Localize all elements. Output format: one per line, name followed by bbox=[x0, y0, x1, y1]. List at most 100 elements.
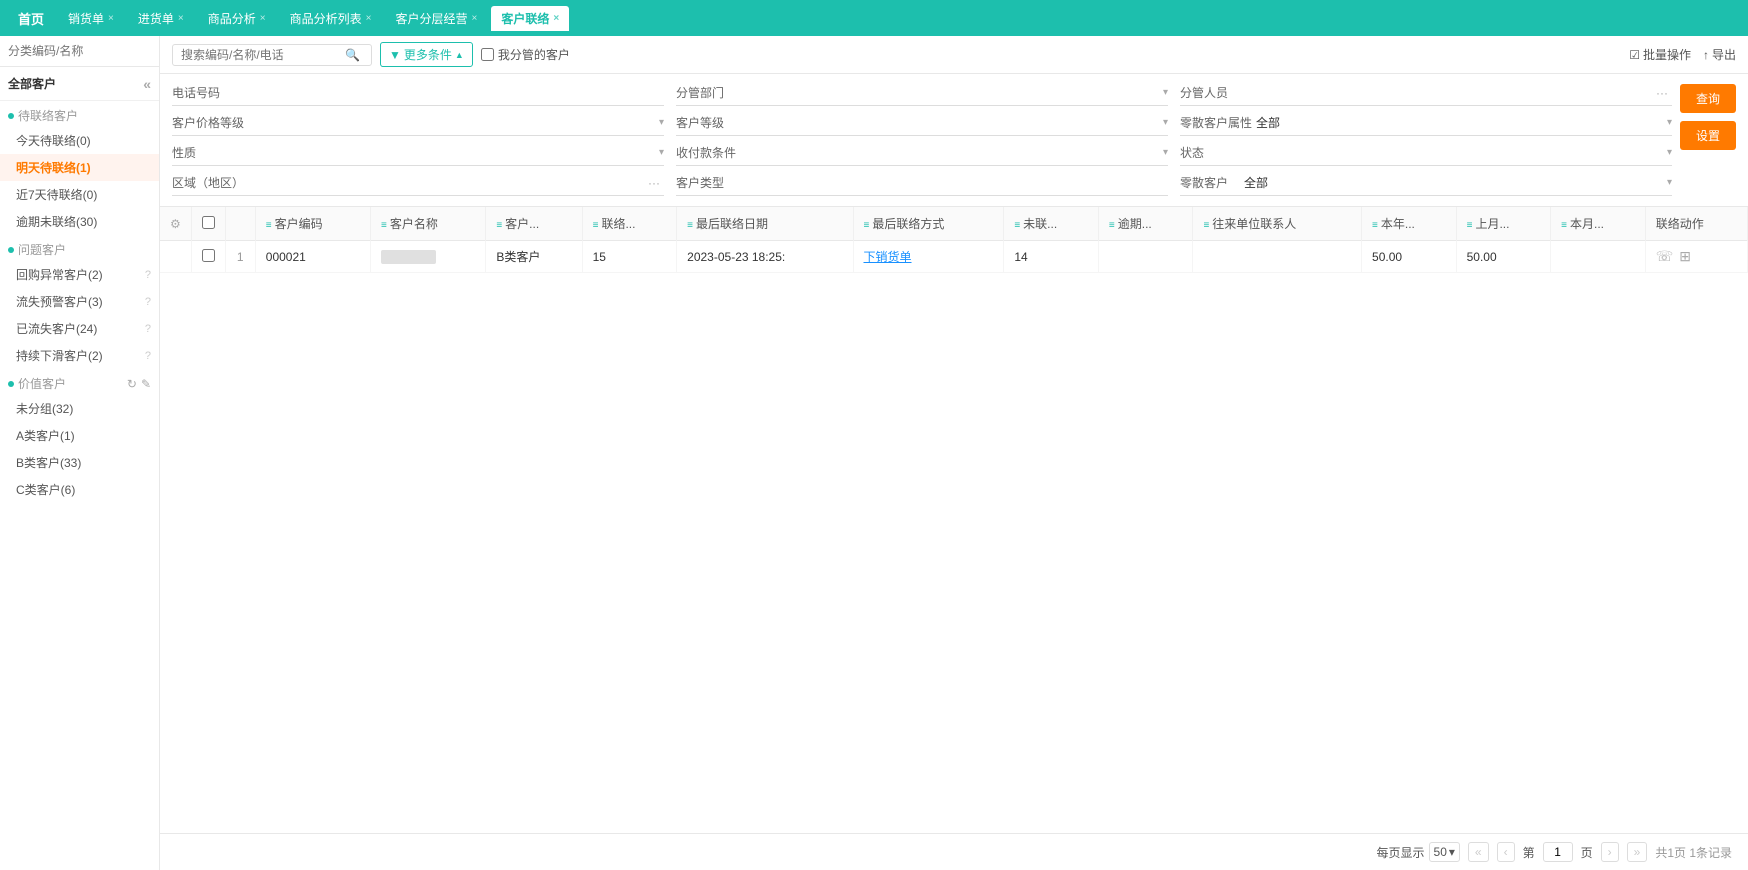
col-no-contact[interactable]: ≡未联... bbox=[1004, 207, 1099, 241]
filter-price-grade[interactable]: 客户价格等级 ▾ bbox=[172, 114, 664, 136]
filter-nature[interactable]: 性质 ▾ bbox=[172, 144, 664, 166]
refresh-icon[interactable]: ↻ bbox=[127, 377, 137, 391]
col-type[interactable]: ≡客户... bbox=[486, 207, 582, 241]
table-container: ⚙ ≡客户编码 ≡客户名称 ≡客户... ≡联络... ≡最后联络日期 ≡最后联… bbox=[160, 207, 1748, 833]
nav-goods-analysis-list[interactable]: 商品分析列表 × bbox=[280, 6, 382, 31]
sidebar-item-7days-contact[interactable]: 近7天待联络(0) bbox=[0, 181, 159, 208]
close-icon[interactable]: × bbox=[553, 13, 559, 24]
filter-status[interactable]: 状态 ▾ bbox=[1180, 144, 1672, 166]
price-grade-label: 客户价格等级 bbox=[172, 114, 244, 131]
sidebar-search-input[interactable] bbox=[8, 44, 160, 58]
filter-retail-customer[interactable]: 零散客户 全部 ▾ bbox=[1180, 174, 1672, 196]
export-button[interactable]: ↑ 导出 bbox=[1703, 46, 1736, 63]
my-customer-checkbox[interactable] bbox=[481, 48, 494, 61]
value-section-actions: ↻ ✎ bbox=[127, 377, 151, 391]
help-icon[interactable]: ? bbox=[145, 323, 151, 335]
filter-customer-grade[interactable]: 客户等级 ▾ bbox=[676, 114, 1168, 136]
col-this-month[interactable]: ≡本月... bbox=[1551, 207, 1646, 241]
page-size-box[interactable]: 50 ▾ bbox=[1429, 842, 1460, 862]
filter-payment[interactable]: 收付款条件 ▾ bbox=[676, 144, 1168, 166]
sidebar-item-c-class[interactable]: C类客户(6) bbox=[0, 476, 159, 503]
dots-icon[interactable]: ··· bbox=[644, 176, 664, 190]
search-icon[interactable]: 🔍 bbox=[345, 48, 360, 62]
col-last-contact-method[interactable]: ≡最后联络方式 bbox=[853, 207, 1004, 241]
next-page-button[interactable]: › bbox=[1601, 842, 1619, 862]
customer-type-label: 客户类型 bbox=[676, 174, 736, 191]
select-all-checkbox[interactable] bbox=[202, 216, 215, 229]
sidebar-item-ungroup[interactable]: 未分组(32) bbox=[0, 395, 159, 422]
row-checkbox[interactable] bbox=[202, 249, 215, 262]
sort-icon: ≡ bbox=[1561, 220, 1567, 231]
page-input[interactable] bbox=[1543, 842, 1573, 862]
col-last-month[interactable]: ≡上月... bbox=[1456, 207, 1551, 241]
col-contact[interactable]: ≡联络... bbox=[582, 207, 677, 241]
sidebar-item-a-class[interactable]: A类客户(1) bbox=[0, 422, 159, 449]
export-icon: ↑ bbox=[1703, 48, 1709, 62]
sort-icon: ≡ bbox=[1109, 220, 1115, 231]
help-icon[interactable]: ? bbox=[145, 350, 151, 362]
col-unit-contact[interactable]: ≡往来单位联系人 bbox=[1193, 207, 1362, 241]
chevron-down-icon: ▾ bbox=[1667, 117, 1672, 128]
close-icon[interactable]: × bbox=[260, 13, 266, 24]
dots-icon[interactable]: ··· bbox=[1652, 86, 1672, 100]
last-page-button[interactable]: » bbox=[1627, 842, 1648, 862]
sort-icon: ≡ bbox=[864, 220, 870, 231]
col-this-year[interactable]: ≡本年... bbox=[1362, 207, 1457, 241]
nav-customer-segment[interactable]: 客户分层经营 × bbox=[385, 6, 487, 31]
help-icon[interactable]: ? bbox=[145, 296, 151, 308]
sidebar-item-b-class[interactable]: B类客户(33) bbox=[0, 449, 159, 476]
sidebar-item-declining[interactable]: 持续下滑客户(2) ? bbox=[0, 342, 159, 369]
chevron-down-icon: ▾ bbox=[1163, 147, 1168, 158]
col-overdue[interactable]: ≡逾期... bbox=[1098, 207, 1193, 241]
value-label: 价值客户 bbox=[18, 375, 66, 392]
row-code: 000021 bbox=[255, 241, 370, 273]
col-gear[interactable]: ⚙ bbox=[160, 207, 191, 241]
page-prefix: 第 bbox=[1523, 844, 1535, 861]
help-icon[interactable]: ? bbox=[145, 269, 151, 281]
nav-purchase[interactable]: 进货单 × bbox=[128, 6, 194, 31]
sidebar-item-overdue-contact[interactable]: 逾期未联络(30) bbox=[0, 208, 159, 235]
filter-customer-type[interactable]: 客户类型 bbox=[676, 174, 1168, 196]
filter-retail-attr[interactable]: 零散客户属性 全部 ▾ bbox=[1180, 114, 1672, 136]
my-customer-checkbox-label[interactable]: 我分管的客户 bbox=[481, 46, 570, 63]
bulk-op-button[interactable]: ☑ 批量操作 bbox=[1629, 46, 1691, 63]
grid-action-icon[interactable]: ⊞ bbox=[1679, 248, 1691, 265]
query-button[interactable]: 查询 bbox=[1680, 84, 1736, 113]
last-contact-method-link[interactable]: 下销货单 bbox=[864, 250, 912, 264]
edit-icon[interactable]: ✎ bbox=[141, 377, 151, 391]
close-icon[interactable]: × bbox=[471, 13, 477, 24]
all-customers-header[interactable]: 全部客户 « bbox=[0, 67, 159, 101]
nav-customer-contact[interactable]: 客户联络 × bbox=[491, 6, 569, 31]
nav-home[interactable]: 首页 bbox=[8, 5, 54, 32]
sort-icon: ≡ bbox=[266, 220, 272, 231]
first-page-button[interactable]: « bbox=[1468, 842, 1489, 862]
close-icon[interactable]: × bbox=[366, 13, 372, 24]
sidebar-item-churned[interactable]: 已流失客户(24) ? bbox=[0, 315, 159, 342]
close-icon[interactable]: × bbox=[178, 13, 184, 24]
phone-action-icon[interactable]: ☏ bbox=[1656, 248, 1674, 265]
collapse-icon[interactable]: « bbox=[143, 76, 151, 92]
filter-region[interactable]: 区域（地区） ··· bbox=[172, 174, 664, 196]
reset-button[interactable]: 设置 bbox=[1680, 121, 1736, 150]
sidebar-item-tomorrow-contact[interactable]: 明天待联络(1) bbox=[0, 154, 159, 181]
nav-goods-analysis[interactable]: 商品分析 × bbox=[198, 6, 276, 31]
sidebar-item-repurchase-abnormal[interactable]: 回购异常客户(2) ? bbox=[0, 261, 159, 288]
col-last-contact-date[interactable]: ≡最后联络日期 bbox=[677, 207, 853, 241]
table-row: 1 000021 Ea B类客户 15 2023-05-23 18:25: 下销… bbox=[160, 241, 1748, 273]
col-name[interactable]: ≡客户名称 bbox=[371, 207, 486, 241]
col-code[interactable]: ≡客户编码 bbox=[255, 207, 370, 241]
sidebar-item-churn-warning[interactable]: 流失预警客户(3) ? bbox=[0, 288, 159, 315]
prev-page-button[interactable]: ‹ bbox=[1497, 842, 1515, 862]
sidebar-item-today-contact[interactable]: 今天待联络(0) bbox=[0, 127, 159, 154]
row-action: ☏ ⊞ bbox=[1645, 241, 1747, 273]
close-icon[interactable]: × bbox=[108, 13, 114, 24]
nav-sales[interactable]: 销货单 × bbox=[58, 6, 124, 31]
search-input[interactable] bbox=[181, 48, 341, 62]
filter-more-btn[interactable]: ▼ 更多条件 ▲ bbox=[380, 42, 473, 67]
masked-name: Ea bbox=[381, 250, 436, 264]
dept-label: 分管部门 bbox=[676, 84, 736, 101]
col-num bbox=[225, 207, 255, 241]
phone-input[interactable] bbox=[246, 86, 664, 100]
filter-person[interactable]: 分管人员 ··· bbox=[1180, 84, 1672, 106]
filter-dept[interactable]: 分管部门 ▾ bbox=[676, 84, 1168, 106]
